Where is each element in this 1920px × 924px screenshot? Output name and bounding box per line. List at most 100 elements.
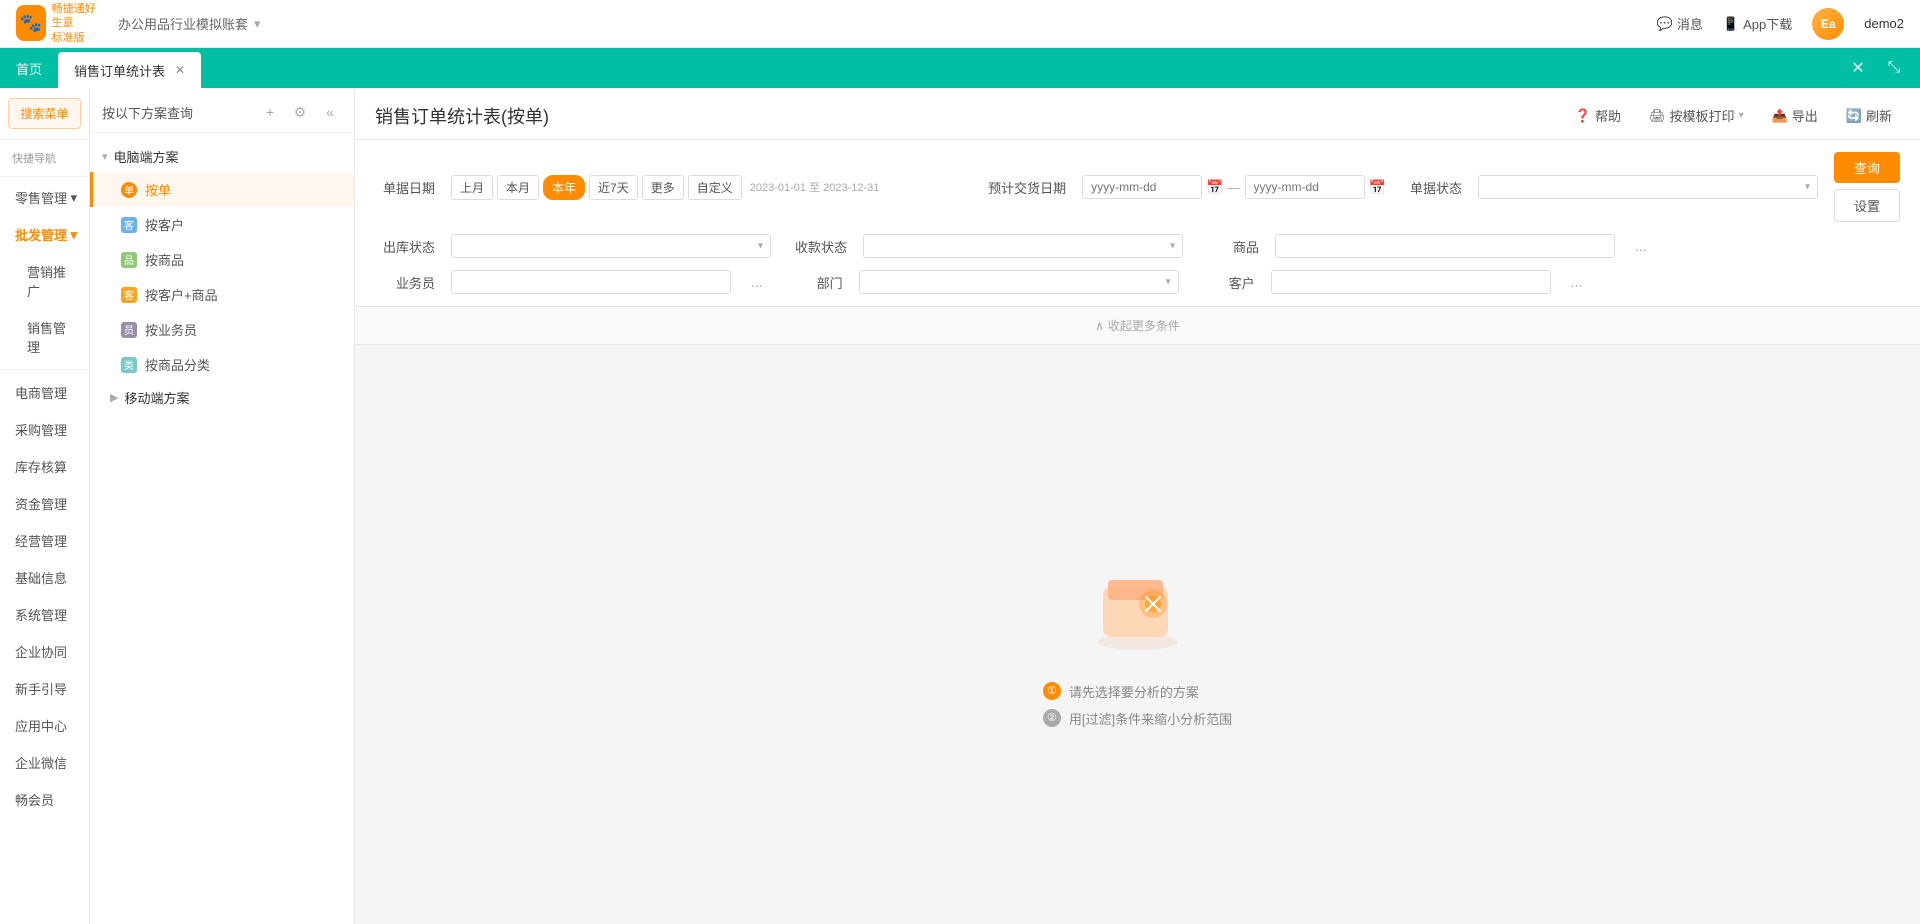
- collapse-conditions-btn[interactable]: ∧ 收起更多条件: [1095, 317, 1180, 334]
- message-icon: 💬: [1657, 16, 1673, 32]
- date-btn-more[interactable]: 更多: [642, 175, 684, 200]
- tab-close-btn[interactable]: ✕: [175, 63, 185, 77]
- system-label: 系统管理: [15, 605, 67, 624]
- page-header: 销售订单统计表(按单) ❓ 帮助 🖨 按模板打印 ▾ 📤 导出: [355, 88, 1920, 140]
- content-area: 按以下方案查询 + ⚙ « ▾ 电脑端方案 单 按单 客 按: [90, 88, 1920, 924]
- add-plan-btn[interactable]: +: [258, 100, 282, 124]
- message-btn[interactable]: 💬 消息: [1657, 14, 1703, 33]
- sidebar-item-system[interactable]: 系统管理: [0, 596, 89, 633]
- help-btn[interactable]: ❓ 帮助: [1567, 102, 1629, 129]
- date-btn-7days[interactable]: 近7天: [589, 175, 638, 200]
- plan-by-category[interactable]: 类 按商品分类: [90, 347, 354, 382]
- setting-plan-btn[interactable]: ⚙: [288, 100, 312, 124]
- expected-date-group: 📅 — 📅: [1082, 175, 1386, 199]
- refresh-btn[interactable]: 🔄 刷新: [1838, 102, 1900, 129]
- print-icon: 🖨: [1649, 108, 1666, 124]
- collapse-row[interactable]: ∧ 收起更多条件: [355, 307, 1920, 345]
- marketing-label: 营销推广: [27, 262, 77, 300]
- sidebar-item-appcenter[interactable]: 应用中心: [0, 707, 89, 744]
- plan-by-salesman[interactable]: 员 按业务员: [90, 312, 354, 347]
- plan-by-product[interactable]: 品 按商品: [90, 242, 354, 277]
- retail-label: 零售管理: [15, 188, 67, 207]
- main-content: 销售订单统计表(按单) ❓ 帮助 🖨 按模板打印 ▾ 📤 导出: [355, 88, 1920, 924]
- expected-date-to[interactable]: [1245, 175, 1365, 199]
- left-panel-actions: + ⚙ «: [258, 100, 342, 124]
- plan-by-order[interactable]: 单 按单: [90, 172, 354, 207]
- by-category-icon: 类: [121, 357, 137, 373]
- salesman-more-btn[interactable]: ...: [747, 274, 767, 290]
- salesman-label: 业务员: [375, 273, 435, 292]
- sidebar-item-purchase[interactable]: 采购管理: [0, 411, 89, 448]
- plan-by-customer[interactable]: 客 按客户: [90, 207, 354, 242]
- filter-row-3: 业务员 ... 部门 ▾ 客户 ...: [375, 270, 1900, 294]
- plan-by-customer-product[interactable]: 客 按客户+商品: [90, 277, 354, 312]
- sidebar-item-ecommerce[interactable]: 电商管理: [0, 374, 89, 411]
- sidebar-item-enterprise[interactable]: 企业协同: [0, 633, 89, 670]
- sidebar-item-finance[interactable]: 资金管理: [0, 485, 89, 522]
- tab-home[interactable]: 首页: [0, 48, 58, 88]
- sidebar-item-newbie[interactable]: 新手引导: [0, 670, 89, 707]
- dept-select[interactable]: [859, 270, 1179, 294]
- sales-label: 销售管理: [27, 318, 77, 356]
- export-btn[interactable]: 📤 导出: [1764, 102, 1826, 129]
- avatar[interactable]: Ea: [1812, 8, 1844, 40]
- print-btn[interactable]: 🖨 按模板打印 ▾: [1641, 102, 1752, 129]
- sidebar-item-member[interactable]: 畅会员: [0, 781, 89, 818]
- sidebar-item-retail[interactable]: 零售管理 ▾: [0, 179, 89, 216]
- sidebar-item-wechat[interactable]: 企业微信: [0, 744, 89, 781]
- customer-more-btn[interactable]: ...: [1567, 274, 1587, 290]
- page-header-actions: ❓ 帮助 🖨 按模板打印 ▾ 📤 导出 🔄 刷新: [1567, 102, 1900, 129]
- logo-text: 畅捷通好生意 标准版: [52, 2, 106, 45]
- sidebar-nav-items: 零售管理 ▾ 批发管理 ▾ 营销推广 销售管理 电商管理 采购管理 库存核算: [0, 177, 89, 820]
- logo-area: 🐾 畅捷通好生意 标准版: [16, 2, 106, 45]
- empty-tip-1: ① 请先选择要分析的方案: [1043, 682, 1232, 701]
- customer-input[interactable]: [1271, 270, 1551, 294]
- by-salesman-icon: 员: [121, 322, 137, 338]
- expected-date-from[interactable]: [1082, 175, 1202, 199]
- tab-close-all-btn[interactable]: ✕: [1844, 54, 1872, 82]
- calendar-to-icon[interactable]: 📅: [1369, 179, 1386, 196]
- print-dropdown-arrow: ▾: [1739, 110, 1744, 121]
- ship-status-select[interactable]: [451, 234, 771, 258]
- date-btn-this-month[interactable]: 本月: [497, 175, 539, 200]
- action-buttons: 查询 设置: [1834, 152, 1900, 222]
- query-btn[interactable]: 查询: [1834, 152, 1900, 183]
- refresh-icon: 🔄: [1846, 108, 1862, 124]
- app-download-btn[interactable]: 📱 App下载: [1723, 14, 1792, 33]
- salesman-input[interactable]: [451, 270, 731, 294]
- goods-more-btn[interactable]: ...: [1631, 238, 1651, 254]
- sidebar: 搜索菜单 快捷导航 零售管理 ▾ 批发管理 ▾ 营销推广 销售管理 电商管理: [0, 88, 90, 924]
- sidebar-item-marketing[interactable]: 营销推广: [0, 253, 89, 309]
- sidebar-item-operation[interactable]: 经营管理: [0, 522, 89, 559]
- mobile-plan-group[interactable]: ▶ 移动端方案: [90, 382, 354, 413]
- sidebar-item-sales[interactable]: 销售管理: [0, 309, 89, 365]
- goods-input[interactable]: [1275, 234, 1615, 258]
- sidebar-item-inventory[interactable]: 库存核算: [0, 448, 89, 485]
- pc-plan-group[interactable]: ▾ 电脑端方案: [90, 141, 354, 172]
- expected-date-label: 预计交货日期: [988, 178, 1066, 197]
- search-menu-btn[interactable]: 搜索菜单: [8, 98, 81, 129]
- customer-label: 客户: [1195, 273, 1255, 292]
- tab-expand-btn[interactable]: ⤡: [1880, 54, 1908, 82]
- filter-row-1: 单据日期 上月 本月 本年 近7天 更多 自定义 2023-01-01 至 20…: [375, 152, 1900, 222]
- calendar-from-icon[interactable]: 📅: [1206, 179, 1223, 196]
- status-select[interactable]: [1478, 175, 1818, 199]
- empty-tip-2: ② 用[过滤]条件来缩小分析范围: [1043, 709, 1232, 728]
- sidebar-item-wholesale[interactable]: 批发管理 ▾: [0, 216, 89, 253]
- ship-status-label: 出库状态: [375, 237, 435, 256]
- breadcrumb-dropdown-btn[interactable]: ▾: [254, 16, 261, 32]
- tab-sales-order-stat[interactable]: 销售订单统计表 ✕: [58, 52, 201, 88]
- setting-btn[interactable]: 设置: [1834, 189, 1900, 222]
- collapse-panel-btn[interactable]: «: [318, 100, 342, 124]
- pay-status-select[interactable]: [863, 234, 1183, 258]
- enterprise-label: 企业协同: [15, 642, 67, 661]
- date-btn-custom[interactable]: 自定义: [688, 175, 742, 200]
- quick-nav-label: 快捷导航: [0, 140, 89, 177]
- date-range-display: 2023-01-01 至 2023-12-31: [750, 179, 880, 195]
- pay-status-label: 收款状态: [787, 237, 847, 256]
- page-title: 销售订单统计表(按单): [375, 103, 549, 129]
- sidebar-item-basic[interactable]: 基础信息: [0, 559, 89, 596]
- date-btn-last-month[interactable]: 上月: [451, 175, 493, 200]
- wholesale-arrow: ▾: [70, 227, 77, 243]
- date-btn-this-year[interactable]: 本年: [543, 175, 585, 200]
